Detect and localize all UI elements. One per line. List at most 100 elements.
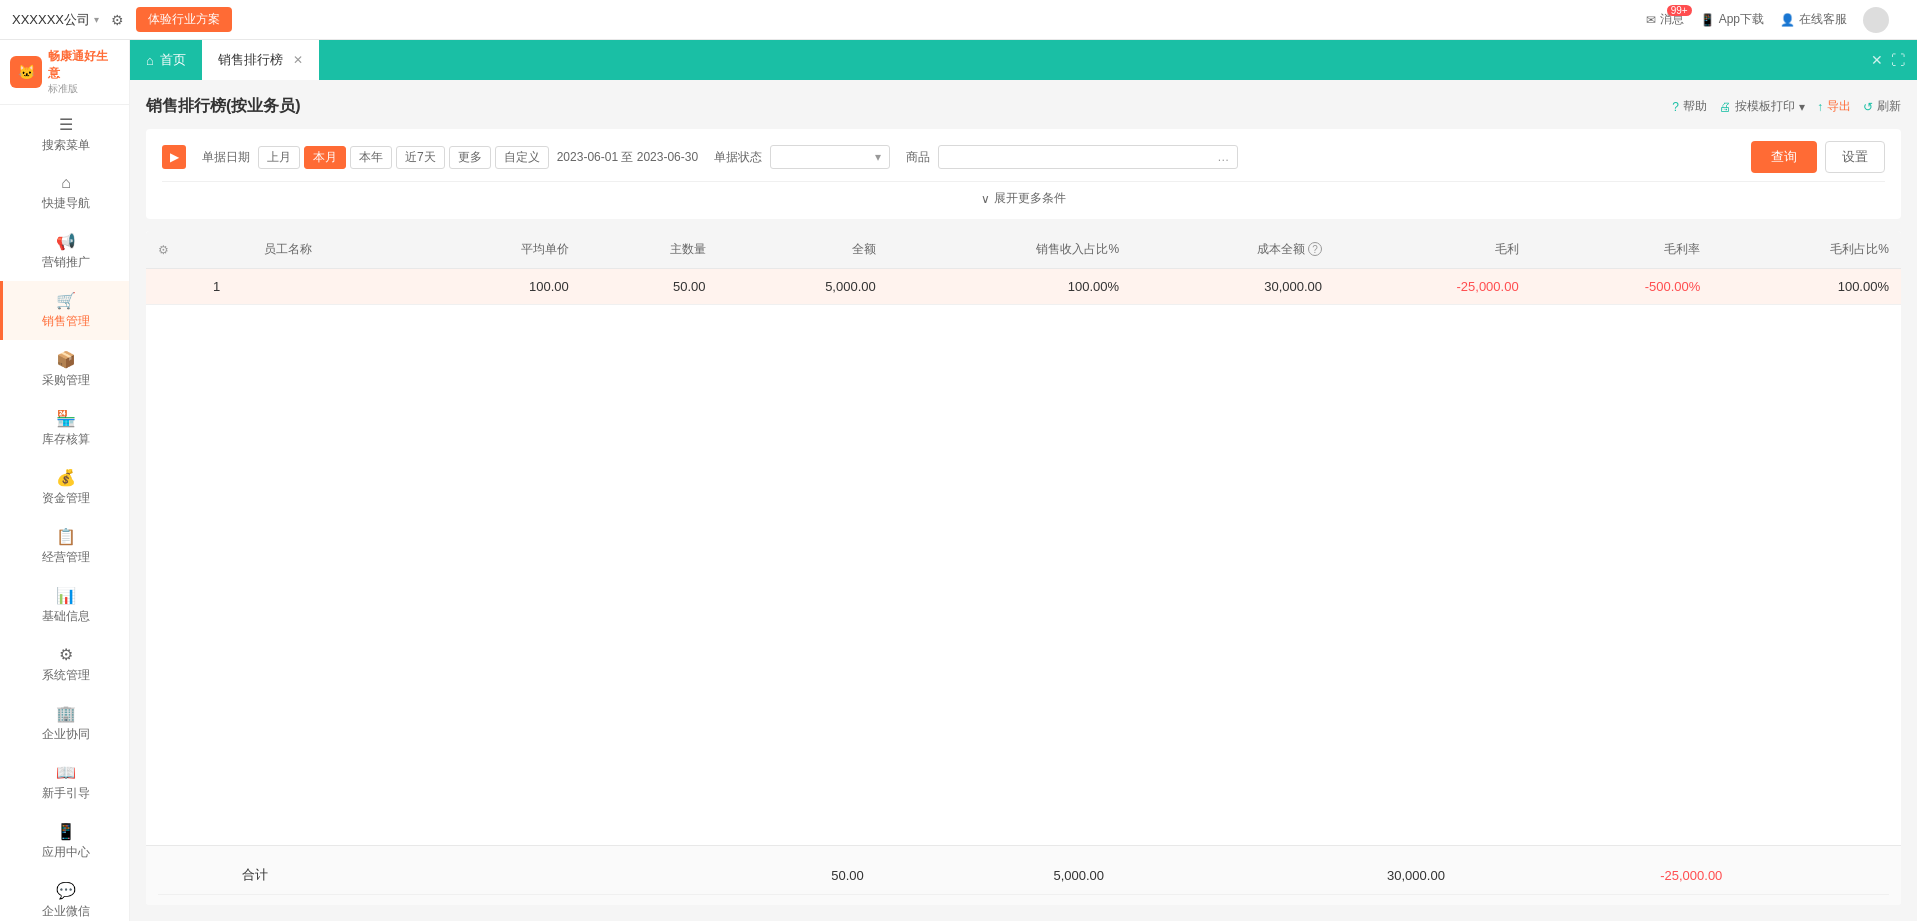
cell-main-qty: 50.00 <box>581 269 718 305</box>
sidebar-item-system[interactable]: ⚙ 系统管理 <box>0 635 129 694</box>
col-settings[interactable]: ⚙ <box>146 231 181 269</box>
cost-help-icon[interactable]: ? <box>1308 242 1322 256</box>
expand-row: ∨ 展开更多条件 <box>162 181 1885 207</box>
gear-icon[interactable]: ⚙ <box>111 12 124 28</box>
enterprise-icon: 🏢 <box>56 704 76 723</box>
cell-sales-pct: 100.00% <box>888 269 1131 305</box>
goods-input[interactable]: … <box>938 145 1238 169</box>
col-name: 员工名称 <box>252 231 416 269</box>
header-actions: ? 帮助 🖨 按模板打印 ▾ ↑ 导出 ↺ 刷新 <box>1672 98 1901 115</box>
sidebar-item-app-center[interactable]: 📱 应用中心 <box>0 812 129 871</box>
goods-label: 商品 <box>906 149 930 166</box>
col-total: 全额 <box>718 231 888 269</box>
sidebar-item-label: 库存核算 <box>42 431 90 448</box>
sidebar-item-wechat[interactable]: 💬 企业微信 <box>0 871 129 921</box>
filter-row-1: ▶ 单据日期 上月 本月 本年 近7天 更多 自定义 2023-06-01 至 … <box>162 141 1885 173</box>
sidebar-item-label: 应用中心 <box>42 844 90 861</box>
company-name: XXXXXX公司 <box>12 11 90 29</box>
date-tab-current-month[interactable]: 本月 <box>304 146 346 169</box>
marketing-icon: 📢 <box>56 232 76 251</box>
guide-icon: 📖 <box>56 763 76 782</box>
sidebar-item-basic-info[interactable]: 📊 基础信息 <box>0 576 129 635</box>
sidebar-logo: 🐱 畅康通好生意 标准版 <box>0 40 129 105</box>
status-filter: 单据状态 ▾ <box>714 145 890 169</box>
sidebar-item-label: 经营管理 <box>42 549 90 566</box>
expand-chevron-icon: ∨ <box>981 192 990 206</box>
basic-info-icon: 📊 <box>56 586 76 605</box>
logo-main-text: 畅康通好生意 <box>48 48 119 82</box>
tab-close-icon[interactable]: ✕ <box>293 53 303 67</box>
table-header: ⚙ 员工名称 平均单价 主数量 全额 销售收入占比% 成本全额? 毛利 <box>146 231 1901 269</box>
sidebar-item-sales[interactable]: 🛒 销售管理 <box>0 281 129 340</box>
sidebar-item-search-order[interactable]: ☰ 搜索菜单 <box>0 105 129 164</box>
sidebar-item-enterprise[interactable]: 🏢 企业协同 <box>0 694 129 753</box>
avatar[interactable] <box>1863 7 1889 33</box>
sidebar-item-quick-nav[interactable]: ⌂ 快捷导航 <box>0 164 129 222</box>
print-button[interactable]: 🖨 按模板打印 ▾ <box>1719 98 1805 115</box>
sidebar-item-finance[interactable]: 💰 资金管理 <box>0 458 129 517</box>
refresh-icon: ↺ <box>1863 100 1873 114</box>
cell-rank: 1 <box>181 269 252 305</box>
sidebar-item-marketing[interactable]: 📢 营销推广 <box>0 222 129 281</box>
date-tab-current-year[interactable]: 本年 <box>350 146 392 169</box>
message-button[interactable]: ✉ 消息 99+ <box>1646 11 1684 28</box>
system-icon: ⚙ <box>59 645 73 664</box>
table-body: 1 100.00 50.00 5,000.00 100.00% 30,000.0… <box>146 269 1901 305</box>
help-button[interactable]: ? 帮助 <box>1672 98 1707 115</box>
tab-home[interactable]: ⌂ 首页 <box>130 40 202 80</box>
footer-table: 合计 50.00 5,000.00 30,000.00 -25,000.00 <box>158 856 1889 895</box>
inventory-icon: 🏪 <box>56 409 76 428</box>
content-area: ⌂ 首页 销售排行榜 ✕ ✕ ⛶ 销售排行榜(按业务员) ? 帮助 <box>130 40 1917 921</box>
col-gross-rate: 毛利率 <box>1531 231 1713 269</box>
refresh-button[interactable]: ↺ 刷新 <box>1863 98 1901 115</box>
status-select[interactable]: ▾ <box>770 145 890 169</box>
table-section: ⚙ 员工名称 平均单价 主数量 全额 销售收入占比% 成本全额? 毛利 <box>146 231 1901 905</box>
sidebar-item-purchase[interactable]: 📦 采购管理 <box>0 340 129 399</box>
message-icon: ✉ <box>1646 13 1656 27</box>
service-button[interactable]: 👤 在线客服 <box>1780 11 1847 28</box>
export-icon: ↑ <box>1817 100 1823 114</box>
sidebar: 🐱 畅康通好生意 标准版 ☰ 搜索菜单 ⌂ 快捷导航 📢 营销推广 🛒 销售管理… <box>0 40 130 921</box>
cell-gross: -25,000.00 <box>1334 269 1531 305</box>
goods-more-icon: … <box>1217 150 1229 164</box>
cell-name <box>252 269 416 305</box>
tab-expand-icon[interactable]: ⛶ <box>1891 52 1905 68</box>
sidebar-item-operation[interactable]: 📋 经营管理 <box>0 517 129 576</box>
date-tab-prev-month[interactable]: 上月 <box>258 146 300 169</box>
tab-actions: ✕ ⛶ <box>1859 52 1917 68</box>
col-main-qty: 主数量 <box>581 231 718 269</box>
date-tab-7days[interactable]: 近7天 <box>396 146 445 169</box>
tab-bar: ⌂ 首页 销售排行榜 ✕ ✕ ⛶ <box>130 40 1917 80</box>
tab-minimize-icon[interactable]: ✕ <box>1871 52 1883 68</box>
refresh-label: 刷新 <box>1877 98 1901 115</box>
sidebar-item-guide[interactable]: 📖 新手引导 <box>0 753 129 812</box>
filter-toggle-button[interactable]: ▶ <box>162 145 186 169</box>
col-gross-pct: 毛利占比% <box>1712 231 1901 269</box>
footer-main-qty: 50.00 <box>694 856 876 895</box>
date-tab-custom[interactable]: 自定义 <box>495 146 549 169</box>
sidebar-item-label: 销售管理 <box>42 313 90 330</box>
date-tab-more[interactable]: 更多 <box>449 146 491 169</box>
filter-right-actions: 查询 设置 <box>1751 141 1885 173</box>
table-wrapper: ⚙ 员工名称 平均单价 主数量 全额 销售收入占比% 成本全额? 毛利 <box>146 231 1901 845</box>
sidebar-item-label: 快捷导航 <box>42 195 90 212</box>
app-center-icon: 📱 <box>56 822 76 841</box>
page-header: 销售排行榜(按业务员) ? 帮助 🖨 按模板打印 ▾ ↑ 导出 <box>146 96 1901 117</box>
app-download-button[interactable]: 📱 App下载 <box>1700 11 1764 28</box>
trial-button[interactable]: 体验行业方案 <box>136 7 232 32</box>
sidebar-item-label: 企业协同 <box>42 726 90 743</box>
top-bar: XXXXXX公司 ▾ ⚙ 体验行业方案 ✉ 消息 99+ 📱 App下载 👤 在… <box>0 0 1917 40</box>
cell-settings <box>146 269 181 305</box>
tab-sales-ranking[interactable]: 销售排行榜 ✕ <box>202 40 319 80</box>
filter-section: ▶ 单据日期 上月 本月 本年 近7天 更多 自定义 2023-06-01 至 … <box>146 129 1901 219</box>
export-button[interactable]: ↑ 导出 <box>1817 98 1851 115</box>
query-button[interactable]: 查询 <box>1751 141 1817 173</box>
expand-conditions-button[interactable]: ∨ 展开更多条件 <box>981 190 1066 207</box>
settings-button[interactable]: 设置 <box>1825 141 1885 173</box>
expand-label: 展开更多条件 <box>994 190 1066 207</box>
export-label: 导出 <box>1827 98 1851 115</box>
sidebar-item-inventory[interactable]: 🏪 库存核算 <box>0 399 129 458</box>
company-selector[interactable]: XXXXXX公司 ▾ <box>12 11 99 29</box>
purchase-icon: 📦 <box>56 350 76 369</box>
date-label: 单据日期 <box>202 149 250 166</box>
